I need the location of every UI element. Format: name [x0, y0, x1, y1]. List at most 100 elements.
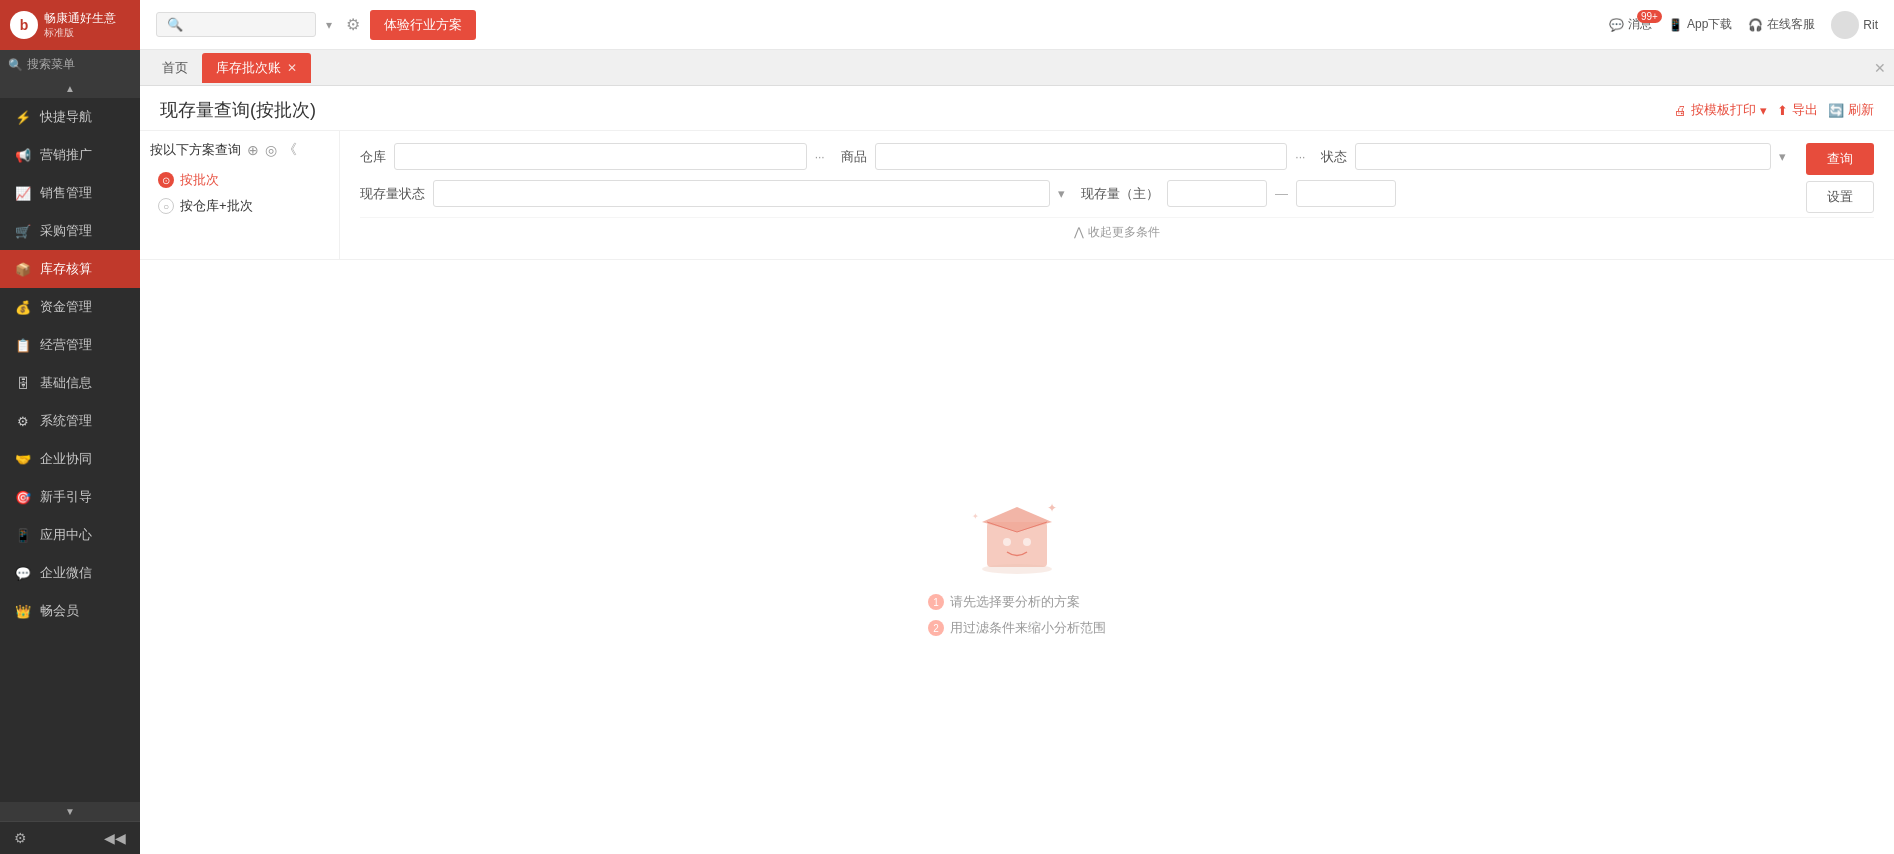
settings-icon[interactable]: ⚙	[14, 830, 27, 846]
svg-point-3	[982, 564, 1052, 574]
sidebar-item-sales[interactable]: 📈 销售管理	[0, 174, 140, 212]
sidebar-item-label: 营销推广	[40, 146, 92, 164]
topbar-right: 💬 消息 99+ 📱 App下载 🎧 在线客服 Rit	[1609, 11, 1878, 39]
tabs-bar: 首页 库存批次账 ✕ ✕	[140, 50, 1894, 86]
search-icon: 🔍	[8, 58, 23, 72]
svg-text:✦: ✦	[1047, 501, 1057, 515]
sidebar-item-inventory[interactable]: 📦 库存核算	[0, 250, 140, 288]
svg-point-1	[1003, 538, 1011, 546]
print-dropdown-icon[interactable]: ▾	[1760, 103, 1767, 118]
qty-filter-group: 现存量（主） —	[1081, 180, 1786, 207]
app-download-btn[interactable]: 📱 App下载	[1668, 16, 1732, 33]
query-button[interactable]: 查询	[1806, 143, 1874, 175]
page-actions: 🖨 按模板打印 ▾ ⬆ 导出 🔄 刷新	[1674, 101, 1874, 119]
user-avatar-area[interactable]: Rit	[1831, 11, 1878, 39]
brand-name: 畅康通好生意	[44, 11, 116, 27]
tab-close-icon[interactable]: ✕	[287, 61, 297, 75]
refresh-icon: 🔄	[1828, 103, 1844, 118]
svg-point-2	[1023, 538, 1031, 546]
close-all-tabs[interactable]: ✕	[1874, 60, 1886, 76]
product-input[interactable]	[875, 143, 1288, 170]
sidebar-item-operations[interactable]: 📋 经营管理	[0, 326, 140, 364]
content-area: 现存量查询(按批次) 🖨 按模板打印 ▾ ⬆ 导出 🔄 刷新	[140, 86, 1894, 854]
sidebar-item-enterprise[interactable]: 🤝 企业协同	[0, 440, 140, 478]
sidebar-item-quick-nav[interactable]: ⚡ 快捷导航	[0, 98, 140, 136]
filter-settings-button[interactable]: 设置	[1806, 181, 1874, 213]
user-name: Rit	[1863, 18, 1878, 32]
online-service-btn[interactable]: 🎧 在线客服	[1748, 16, 1815, 33]
sidebar-item-label: 销售管理	[40, 184, 92, 202]
status-label: 状态	[1321, 148, 1347, 166]
hint-num-2: 2	[928, 620, 944, 636]
qty-max-input[interactable]	[1296, 180, 1396, 207]
trial-button[interactable]: 体验行业方案	[370, 10, 476, 40]
topbar: 🔍 ▾ ⚙ 体验行业方案 💬 消息 99+ 📱 App下载 🎧 在线客服 Rit	[140, 0, 1894, 50]
filter-row-2: 现存量状态 ▾ 现存量（主）	[360, 180, 1786, 207]
sidebar-item-member[interactable]: 👑 畅会员	[0, 592, 140, 630]
headset-icon: 🎧	[1748, 18, 1763, 32]
hint-text-1: 请先选择要分析的方案	[950, 593, 1080, 611]
basic-icon: 🗄	[14, 374, 32, 392]
quick-nav-icon: ⚡	[14, 108, 32, 126]
sidebar-item-finance[interactable]: 💰 资金管理	[0, 288, 140, 326]
sidebar-scroll-up[interactable]: ▲	[0, 79, 140, 98]
collapse-left-icon[interactable]: 《	[283, 141, 297, 159]
export-icon: ⬆	[1777, 103, 1788, 118]
warehouse-input[interactable]	[394, 143, 807, 170]
topbar-search[interactable]: 🔍	[156, 12, 316, 37]
scheme-label: 按仓库+批次	[180, 197, 253, 215]
sidebar-item-label: 资金管理	[40, 298, 92, 316]
scheme-item-by-warehouse-batch[interactable]: ○ 按仓库+批次	[150, 193, 329, 219]
sidebar-item-label: 畅会员	[40, 602, 79, 620]
sidebar-item-newbie[interactable]: 🎯 新手引导	[0, 478, 140, 516]
inventory-status-select[interactable]	[433, 180, 1050, 207]
sidebar-item-basic[interactable]: 🗄 基础信息	[0, 364, 140, 402]
page-header: 现存量查询(按批次) 🖨 按模板打印 ▾ ⬆ 导出 🔄 刷新	[140, 86, 1894, 131]
add-scheme-icon[interactable]: ⊕	[247, 142, 259, 158]
sidebar-item-system[interactable]: ⚙ 系统管理	[0, 402, 140, 440]
sidebar-item-wechat[interactable]: 💬 企业微信	[0, 554, 140, 592]
print-icon: 🖨	[1674, 103, 1687, 118]
hint-num-1: 1	[928, 594, 944, 610]
product-more-icon[interactable]: ···	[1295, 150, 1305, 164]
status-select[interactable]	[1355, 143, 1771, 170]
collapse-more-conditions[interactable]: ⋀ 收起更多条件	[360, 217, 1874, 247]
sidebar-item-appstore[interactable]: 📱 应用中心	[0, 516, 140, 554]
filter-row-1: 仓库 ··· 商品 ··· 状态	[360, 143, 1786, 170]
inventory-status-dropdown-icon: ▾	[1058, 186, 1065, 201]
sidebar-item-marketing[interactable]: 📢 营销推广	[0, 136, 140, 174]
message-btn[interactable]: 💬 消息 99+	[1609, 16, 1652, 33]
topbar-dropdown[interactable]: ▾	[326, 18, 332, 32]
scheme-item-by-batch[interactable]: ⊙ 按批次	[150, 167, 329, 193]
scheme-label: 按批次	[180, 171, 219, 189]
sidebar-nav: ⚡ 快捷导航 📢 营销推广 📈 销售管理 🛒 采购管理 📦 库存核算 💰 资金管…	[0, 98, 140, 802]
export-button[interactable]: ⬆ 导出	[1777, 101, 1818, 119]
search-label: 搜索菜单	[27, 56, 75, 73]
print-button[interactable]: 🖨 按模板打印 ▾	[1674, 101, 1767, 119]
qty-dash: —	[1275, 186, 1288, 201]
sidebar-item-label: 应用中心	[40, 526, 92, 544]
system-icon: ⚙	[14, 412, 32, 430]
tab-home[interactable]: 首页	[148, 53, 202, 83]
collapse-sidebar-icon[interactable]: ◀◀	[104, 830, 126, 846]
qty-min-input[interactable]	[1167, 180, 1267, 207]
edition-label: 标准版	[44, 26, 116, 39]
tab-inventory-batch[interactable]: 库存批次账 ✕	[202, 53, 311, 83]
message-icon: 💬	[1609, 18, 1624, 32]
empty-illustration: ✦ ✦	[957, 477, 1077, 577]
warehouse-more-icon[interactable]: ···	[815, 150, 825, 164]
empty-svg: ✦ ✦	[957, 477, 1077, 577]
sidebar-search[interactable]: 🔍 搜索菜单	[0, 50, 140, 79]
filter-inputs: 仓库 ··· 商品 ··· 状态	[340, 131, 1894, 259]
scheme-settings-icon[interactable]: ◎	[265, 142, 277, 158]
purchase-icon: 🛒	[14, 222, 32, 240]
topbar-settings-icon[interactable]: ⚙	[346, 15, 360, 34]
refresh-button[interactable]: 🔄 刷新	[1828, 101, 1874, 119]
member-icon: 👑	[14, 602, 32, 620]
inventory-status-label: 现存量状态	[360, 185, 425, 203]
empty-hint-1: 1 请先选择要分析的方案	[928, 593, 1106, 611]
sidebar-item-label: 基础信息	[40, 374, 92, 392]
sidebar-item-label: 库存核算	[40, 260, 92, 278]
sidebar-scroll-down[interactable]: ▼	[0, 802, 140, 821]
sidebar-item-purchase[interactable]: 🛒 采购管理	[0, 212, 140, 250]
